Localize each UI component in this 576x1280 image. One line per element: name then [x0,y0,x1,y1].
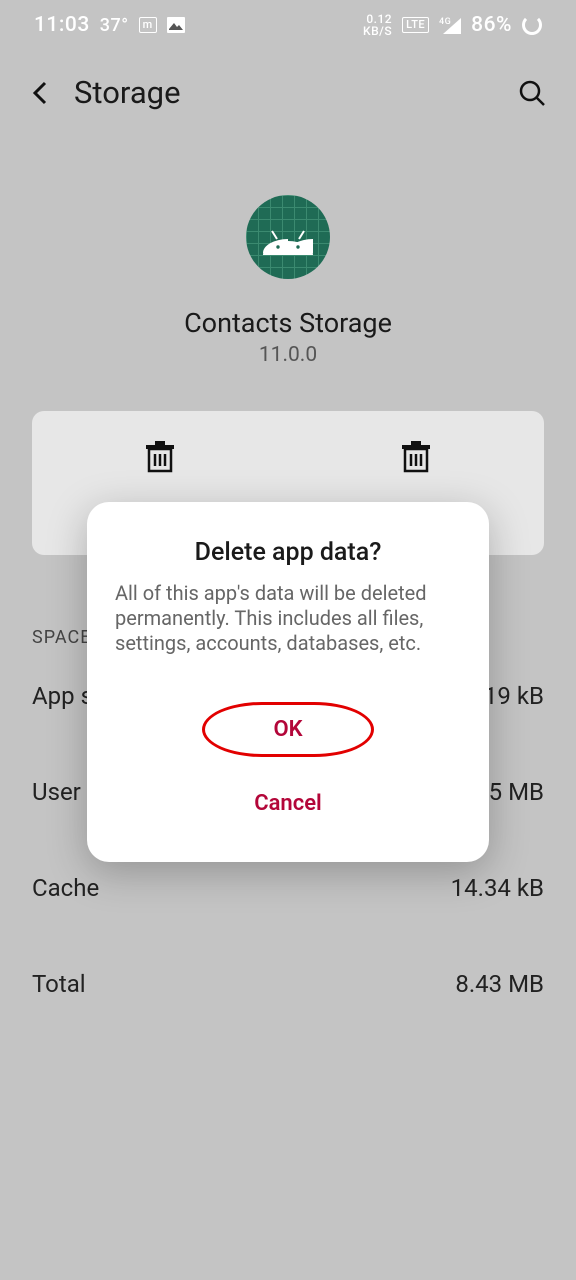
cancel-button[interactable]: Cancel [115,791,461,816]
row-value: 8.43 MB [455,970,544,998]
dialog-message: All of this app's data will be deleted p… [115,581,461,656]
status-time: 11:03 [34,13,90,37]
signal-4g-icon: 4G [439,16,461,34]
ok-button[interactable]: OK [202,702,373,757]
battery-pct: 86% [471,13,512,37]
volte-icon: LTE [402,17,429,33]
loading-spinner-icon [522,15,542,35]
page-title: Storage [74,74,496,111]
row-value: 14.34 kB [451,874,544,902]
search-icon[interactable] [518,79,546,107]
row-label: Total [32,970,86,998]
confirm-dialog: Delete app data? All of this app's data … [87,502,489,862]
app-name: Contacts Storage [0,307,576,339]
dialog-title: Delete app data? [115,538,461,567]
row-total: Total 8.43 MB [0,936,576,1032]
clear-cache-icon[interactable] [402,441,430,473]
app-version: 11.0.0 [0,343,576,367]
svg-text:4G: 4G [439,17,451,27]
status-bar: 11:03 37° m 0.12KB/S LTE 4G 86% [0,0,576,50]
data-speed: 0.12KB/S [363,13,392,37]
app-toolbar: Storage [0,50,576,135]
status-temp: 37° [100,15,129,36]
gallery-icon [167,17,185,33]
back-icon[interactable] [30,80,52,106]
row-label: Cache [32,874,99,902]
clear-storage-icon[interactable] [146,441,174,473]
app-icon [246,195,330,279]
memo-icon: m [139,17,157,33]
